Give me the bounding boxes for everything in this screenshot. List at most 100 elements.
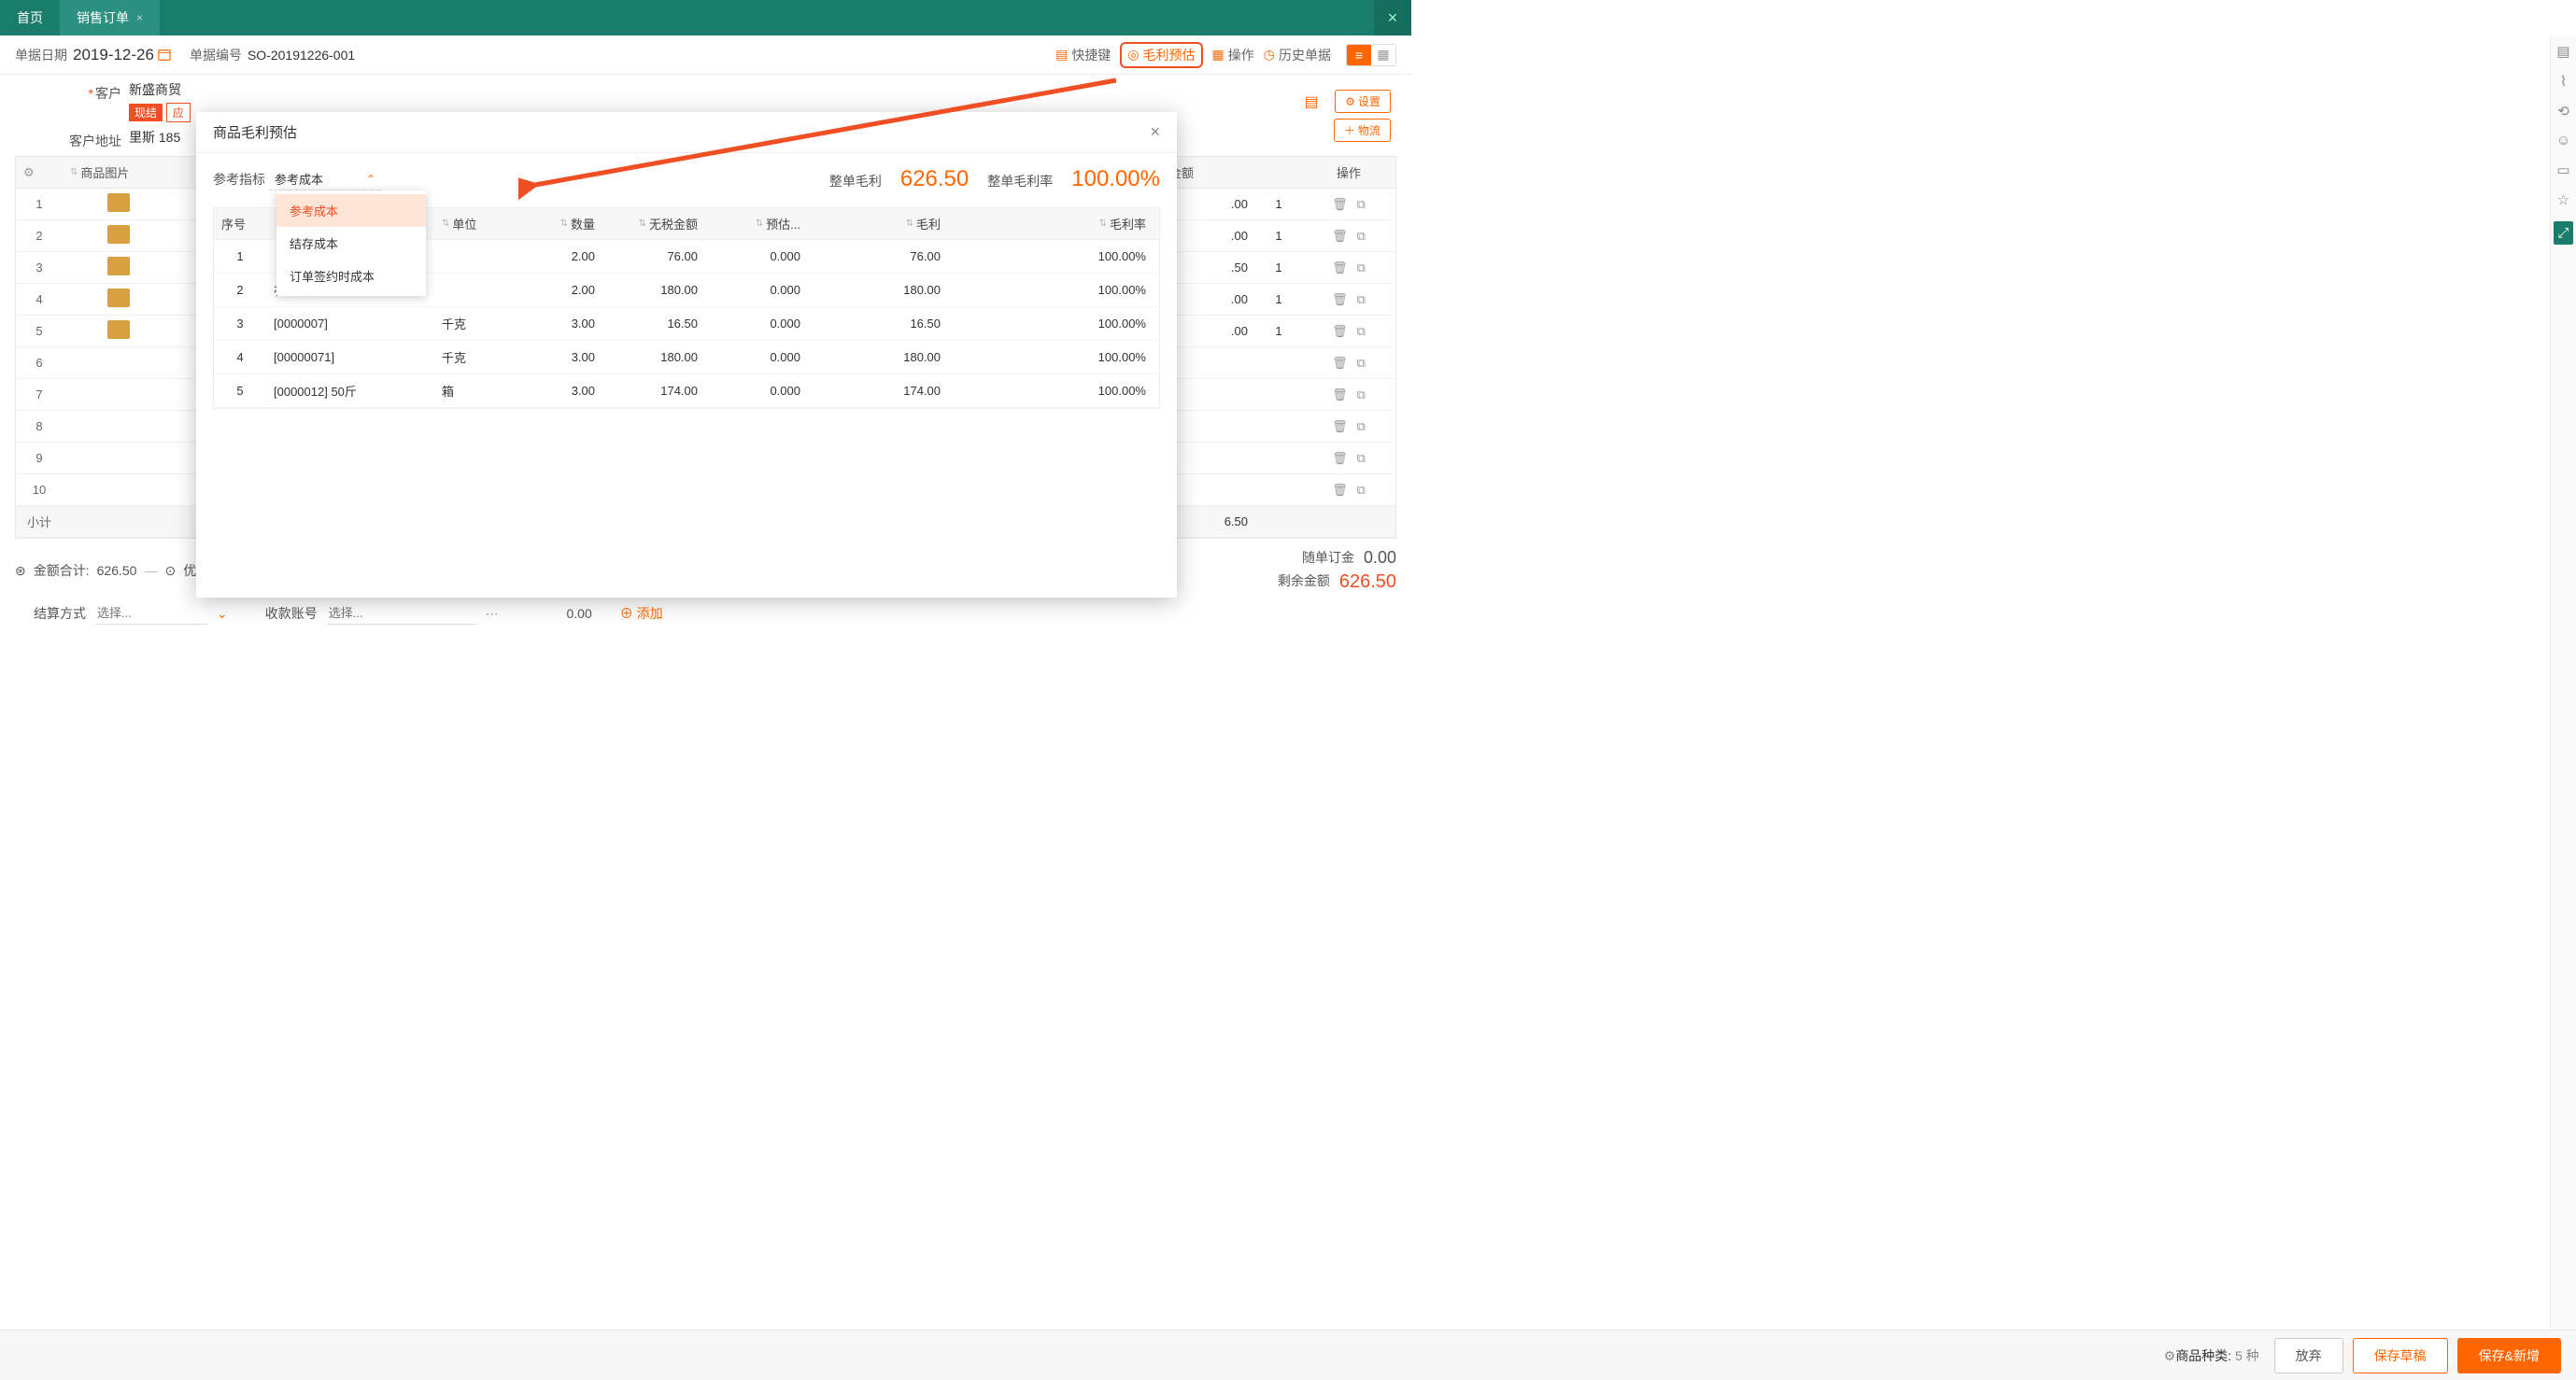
col-image[interactable]: 商品图片: [80, 163, 129, 181]
customer-label: 客户: [95, 86, 121, 101]
gear-icon-small[interactable]: ⚙: [2164, 1348, 2176, 1363]
tab-home[interactable]: 首页: [0, 0, 60, 35]
account-select[interactable]: [327, 602, 476, 625]
cell-est: 0.000: [705, 317, 808, 331]
rail-link-icon[interactable]: ⌇: [2560, 73, 2567, 90]
row-idx: 6: [16, 356, 63, 370]
ops-button[interactable]: ▦操作: [1212, 46, 1254, 64]
logistics-button[interactable]: ＋物流: [1334, 119, 1391, 142]
coupon-icon: ⊙: [164, 563, 176, 579]
cell-idx: 2: [214, 283, 266, 297]
product-thumb[interactable]: [107, 193, 130, 212]
addr-value[interactable]: 里斯 185: [121, 128, 180, 147]
delete-icon[interactable]: 🗑: [1332, 261, 1348, 275]
dropdown-item-balance-cost[interactable]: 结存成本: [276, 227, 426, 260]
ref-indicator-select[interactable]: 参考成本 ⌃: [269, 168, 381, 190]
doc-no-value: SO-20191226-001: [248, 48, 355, 63]
customer-value[interactable]: 新盛商贸: [129, 80, 191, 99]
col-profit[interactable]: 毛利: [916, 215, 941, 232]
cell-qty: 2.00: [500, 283, 602, 297]
dropdown-item-ref-cost[interactable]: 参考成本: [276, 194, 426, 227]
product-thumb[interactable]: [107, 257, 130, 275]
profit-estimate-button[interactable]: ◎毛利预估: [1120, 42, 1202, 68]
delete-icon[interactable]: 🗑: [1332, 292, 1348, 307]
deposit-value: 0.00: [1364, 548, 1396, 568]
delete-icon[interactable]: 🗑: [1332, 419, 1348, 434]
plus-circle-icon: ⊕: [620, 606, 633, 621]
rail-user-icon[interactable]: ☺: [2556, 133, 2570, 148]
window-close-icon[interactable]: ×: [1374, 0, 1411, 35]
delete-icon[interactable]: 🗑: [1332, 387, 1348, 402]
gear-icon[interactable]: ⚙: [23, 165, 35, 180]
rail-star-icon[interactable]: ☆: [2557, 191, 2569, 208]
plus-icon: ＋: [1344, 122, 1355, 138]
addr-label: 客户地址: [69, 134, 121, 148]
copy-icon[interactable]: ⧉: [1357, 483, 1366, 498]
copy-icon[interactable]: ⧉: [1357, 451, 1366, 466]
remain-value: 626.50: [1339, 571, 1396, 593]
row-qty: 1: [1255, 292, 1302, 306]
copy-icon[interactable]: ⧉: [1357, 387, 1366, 402]
col-qty[interactable]: 数量: [571, 215, 595, 232]
product-thumb[interactable]: [107, 320, 130, 339]
copy-icon[interactable]: ⧉: [1357, 324, 1366, 339]
rail-card-icon[interactable]: ▭: [2556, 162, 2569, 178]
settings-button[interactable]: ⚙设置: [1335, 90, 1391, 113]
copy-icon[interactable]: ⧉: [1357, 356, 1366, 371]
cell-qty: 3.00: [500, 384, 602, 398]
col-rate[interactable]: 毛利率: [1110, 215, 1146, 232]
copy-icon[interactable]: ⧉: [1357, 292, 1366, 307]
delete-icon[interactable]: 🗑: [1332, 197, 1348, 212]
save-draft-button[interactable]: 保存草稿: [2353, 1338, 2448, 1373]
account-label: 收款账号: [265, 604, 318, 623]
product-thumb[interactable]: [107, 225, 130, 244]
calendar-icon[interactable]: [158, 48, 171, 63]
view-list-icon[interactable]: ≡: [1347, 45, 1371, 65]
copy-icon[interactable]: ⧉: [1357, 419, 1366, 434]
row-idx: 8: [16, 419, 63, 433]
doc-date-value[interactable]: 2019-12-26: [73, 46, 154, 64]
history-button[interactable]: ◷历史单据: [1264, 46, 1331, 64]
delete-icon[interactable]: 🗑: [1332, 483, 1348, 498]
copy-icon[interactable]: ⧉: [1357, 197, 1366, 212]
shortcut-button[interactable]: ▤快捷键: [1055, 46, 1111, 64]
cell-unit: 箱: [434, 382, 500, 400]
tag2: 应: [166, 103, 191, 122]
calendar-icon-right[interactable]: ▤: [1304, 92, 1318, 111]
cell-idx: 5: [214, 384, 266, 398]
col-unit[interactable]: 单位: [452, 215, 476, 232]
chevron-down-icon[interactable]: ⌄: [217, 606, 228, 622]
rail-doc-icon[interactable]: ▤: [2556, 43, 2569, 60]
add-button[interactable]: ⊕ 添加: [620, 604, 663, 623]
cell-idx: 4: [214, 350, 266, 364]
cell-est: 0.000: [705, 283, 808, 297]
delete-icon[interactable]: 🗑: [1332, 356, 1348, 371]
modal-close-icon[interactable]: ×: [1150, 122, 1160, 142]
row-qty: 1: [1255, 324, 1302, 338]
settle-method-select[interactable]: [95, 602, 207, 625]
cell-qty: 3.00: [500, 350, 602, 364]
delete-icon[interactable]: 🗑: [1332, 451, 1348, 466]
abandon-button[interactable]: 放弃: [2274, 1338, 2343, 1373]
tab-close-icon[interactable]: ×: [136, 11, 143, 24]
col-notax[interactable]: 无税金额: [649, 215, 698, 232]
more-icon[interactable]: ⋯: [486, 606, 499, 622]
tab-sales-order[interactable]: 销售订单 ×: [60, 0, 160, 35]
cell-name: [0000007]: [266, 317, 434, 331]
rail-expand-icon[interactable]: ⤢: [2554, 221, 2572, 245]
rail-refresh-icon[interactable]: ⟲: [2557, 103, 2569, 120]
copy-icon[interactable]: ⧉: [1357, 229, 1366, 244]
cell-rate: 100.00%: [948, 350, 1159, 364]
save-new-button[interactable]: 保存&新增: [2457, 1338, 2561, 1373]
kinds-label: 商品种类:: [2175, 1348, 2231, 1363]
dropdown-item-contract-cost[interactable]: 订单签约时成本: [276, 260, 426, 292]
copy-icon[interactable]: ⧉: [1357, 261, 1366, 275]
row-idx: 4: [16, 292, 63, 306]
sort-icon[interactable]: ⇅: [70, 167, 78, 177]
delete-icon[interactable]: 🗑: [1332, 324, 1348, 339]
delete-icon[interactable]: 🗑: [1332, 229, 1348, 244]
product-thumb[interactable]: [107, 289, 130, 307]
view-grid-icon[interactable]: ▦: [1371, 45, 1395, 65]
table-row: 3[0000007]千克3.0016.500.00016.50100.00%: [214, 307, 1159, 341]
col-est[interactable]: 预估...: [766, 215, 800, 232]
